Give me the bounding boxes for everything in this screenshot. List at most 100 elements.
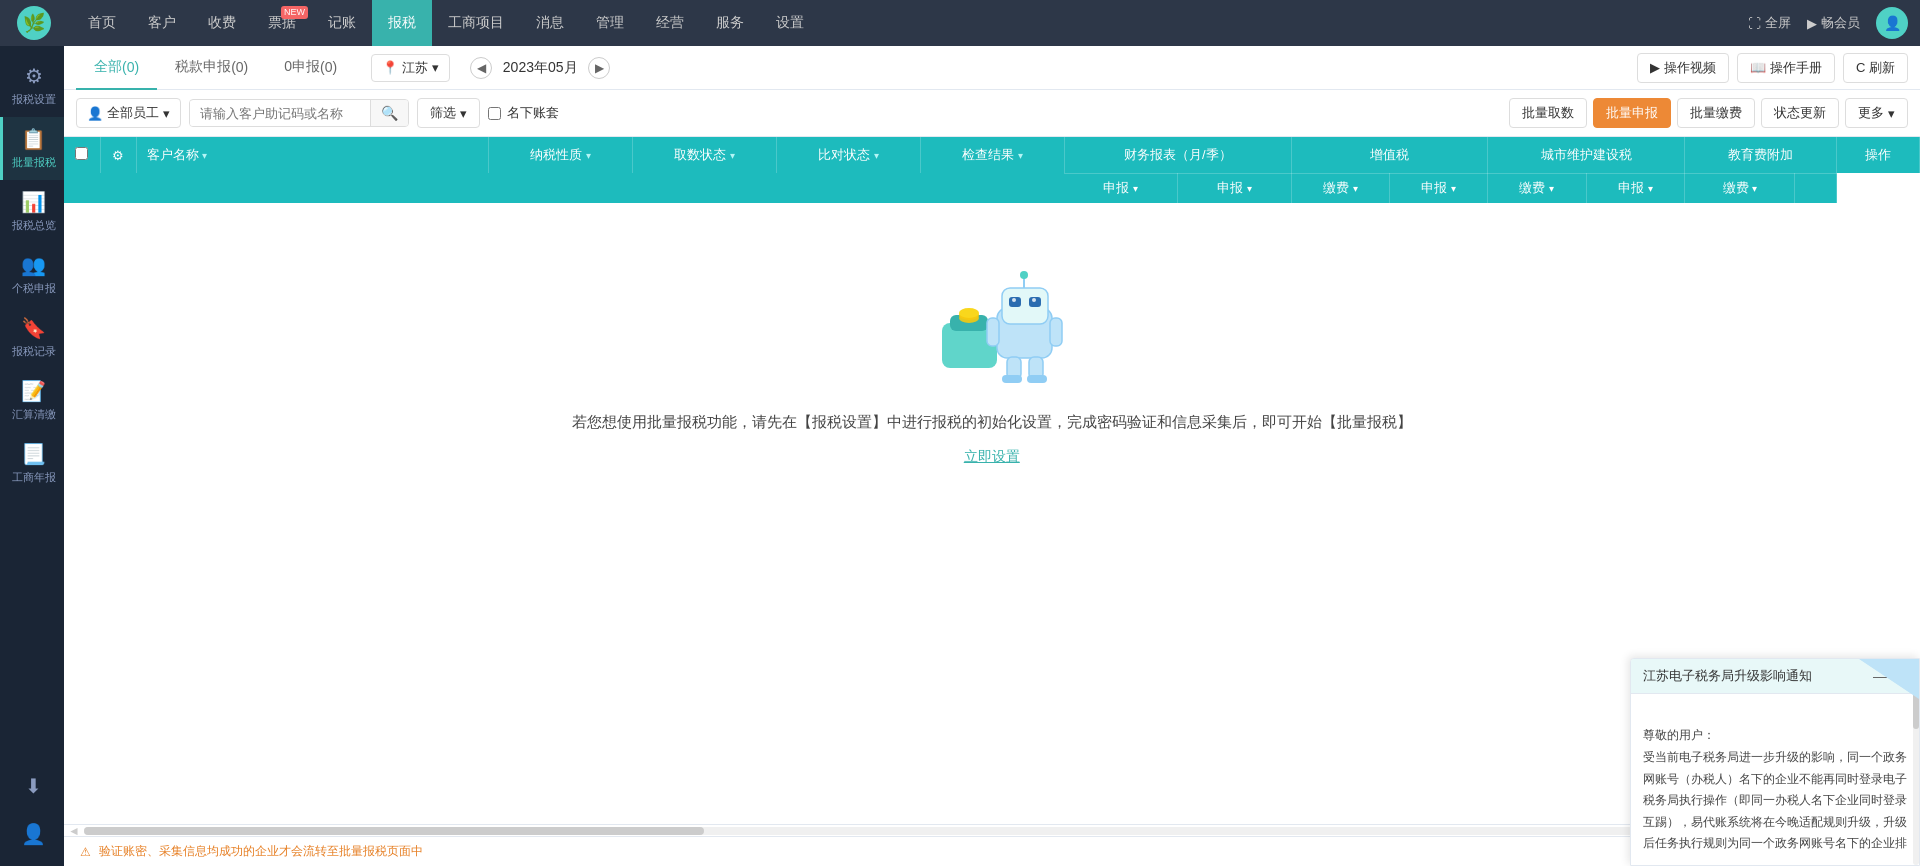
filter-icon-customer[interactable]: ▾ — [202, 150, 207, 161]
region-selector[interactable]: 📍 江苏 ▾ — [371, 54, 450, 82]
th-compare-status: 比对状态 ▾ — [777, 137, 921, 173]
batch-pay-btn[interactable]: 批量缴费 — [1677, 98, 1755, 128]
filter-btn[interactable]: 筛选 ▾ — [417, 98, 480, 128]
nav-menu: 首页 客户 收费 票据 NEW 记账 报税 工商项目 消息 管理 经营 — [72, 0, 1748, 46]
sidebar-item-tax-settings[interactable]: ⚙ 报税设置 — [0, 54, 64, 117]
sidebar-item-settings[interactable]: 👤 — [0, 812, 64, 856]
filter-icon-compare[interactable]: ▾ — [874, 150, 879, 161]
nav-management[interactable]: 管理 — [580, 0, 640, 46]
member-icon: ▶ — [1807, 16, 1817, 31]
sidebar-item-download[interactable]: ⬇ — [0, 764, 64, 808]
table-header-row-1: ⚙ 客户名称 ▾ 纳税性质 ▾ 取数状态 — [64, 137, 1920, 173]
th-fin-declare2: 申报 ▾ — [1177, 173, 1291, 203]
sidebar-item-tax-records[interactable]: 🔖 报税记录 — [0, 306, 64, 369]
svg-rect-14 — [1050, 318, 1062, 346]
th-vat-pay: 缴费 ▾ — [1291, 173, 1389, 203]
sidebar-item-settlement[interactable]: 📝 汇算清缴 — [0, 369, 64, 432]
filter-icon-vat-pay[interactable]: ▾ — [1353, 183, 1358, 194]
empty-state-row: 若您想使用批量报税功能，请先在【报税设置】中进行报税的初始化设置，完成密码验证和… — [64, 203, 1920, 526]
th-edu-declare: 申报 ▾ — [1586, 173, 1685, 203]
sidebar-item-annual-report[interactable]: 📃 工商年报 — [0, 432, 64, 495]
column-settings-icon[interactable]: ⚙ — [112, 148, 124, 163]
nav-tickets[interactable]: 票据 NEW — [252, 0, 312, 46]
search-button[interactable]: 🔍 — [370, 100, 408, 126]
th-urban-tax: 城市维护建设税 — [1487, 137, 1685, 173]
fullscreen-btn[interactable]: ⛶ 全屏 — [1748, 14, 1791, 32]
search-input[interactable] — [190, 101, 370, 126]
staff-filter[interactable]: 👤 全部员工 ▾ — [76, 98, 181, 128]
th-fetch-status: 取数状态 ▾ — [633, 137, 777, 173]
nav-commerce[interactable]: 工商项目 — [432, 0, 520, 46]
tabs-right-actions: ▶ 操作视频 📖 操作手册 C 刷新 — [1637, 53, 1908, 83]
select-all-checkbox[interactable] — [75, 147, 88, 160]
warning-text: 验证账密、采集信息均成功的企业才会流转至批量报税页面中 — [99, 843, 423, 860]
prev-month-btn[interactable]: ◀ — [470, 57, 492, 79]
avatar[interactable]: 👤 — [1876, 7, 1908, 39]
data-table: ⚙ 客户名称 ▾ 纳税性质 ▾ 取数状态 — [64, 137, 1920, 526]
filter-icon-edu-declare[interactable]: ▾ — [1648, 183, 1653, 194]
filter-icon-urban-declare[interactable]: ▾ — [1451, 183, 1456, 194]
nav-service[interactable]: 服务 — [700, 0, 760, 46]
th-operation: 操作 — [1837, 137, 1920, 173]
nav-operations[interactable]: 经营 — [640, 0, 700, 46]
svg-rect-17 — [1002, 375, 1022, 383]
filter-icon-fin-declare[interactable]: ▾ — [1133, 183, 1138, 194]
batch-fetch-btn[interactable]: 批量取数 — [1509, 98, 1587, 128]
setup-link[interactable]: 立即设置 — [964, 448, 1020, 466]
table-header-row-2: 申报 ▾ 申报 ▾ 缴费 ▾ — [64, 173, 1920, 203]
video-btn[interactable]: ▶ 操作视频 — [1637, 53, 1729, 83]
top-right-actions: ⛶ 全屏 ▶ 畅会员 👤 — [1748, 7, 1908, 39]
tax-records-icon: 🔖 — [21, 316, 46, 340]
sidebar-item-tax-overview[interactable]: 📊 报税总览 — [0, 180, 64, 243]
nav-bookkeeping[interactable]: 记账 — [312, 0, 372, 46]
tab-tax-declare[interactable]: 税款申报(0) — [157, 46, 266, 90]
svg-point-12 — [1020, 271, 1028, 279]
th-education-surcharge: 教育费附加 — [1685, 137, 1837, 173]
nav-customer[interactable]: 客户 — [132, 0, 192, 46]
checkbox-label[interactable]: 名下账套 — [488, 104, 559, 122]
filter-icon-tax-type[interactable]: ▾ — [586, 150, 591, 161]
nav-settings[interactable]: 设置 — [760, 0, 820, 46]
th-edu-pay: 缴费 ▾ — [1685, 173, 1795, 203]
table-body: 若您想使用批量报税功能，请先在【报税设置】中进行报税的初始化设置，完成密码验证和… — [64, 203, 1920, 526]
member-btn[interactable]: ▶ 畅会员 — [1807, 14, 1860, 32]
filter-icon-vat-declare[interactable]: ▾ — [1247, 183, 1252, 194]
status-update-btn[interactable]: 状态更新 — [1761, 98, 1839, 128]
nav-messages[interactable]: 消息 — [520, 0, 580, 46]
logo[interactable]: 🌿 — [12, 1, 56, 45]
region-icon: 📍 — [382, 60, 398, 75]
notification-popup: 江苏电子税务局升级影响通知 — ✕ 尊敬的用户：受当前电子税务局进一步升级的影响… — [1630, 658, 1920, 866]
svg-rect-13 — [987, 318, 999, 346]
nav-tax[interactable]: 报税 — [372, 0, 432, 46]
th-fin-declare: 申报 ▾ — [1064, 173, 1177, 203]
th-customer-name: 客户名称 ▾ — [136, 137, 489, 173]
filter-icon-fetch[interactable]: ▾ — [730, 150, 735, 161]
sub-account-checkbox[interactable] — [488, 107, 501, 120]
settlement-icon: 📝 — [21, 379, 46, 403]
sidebar-bottom: ⬇ 👤 — [0, 764, 64, 866]
th-tax-type: 纳税性质 ▾ — [489, 137, 633, 173]
next-month-btn[interactable]: ▶ — [588, 57, 610, 79]
filter-icon-urban-pay[interactable]: ▾ — [1549, 183, 1554, 194]
nav-home[interactable]: 首页 — [72, 0, 132, 46]
nav-fees[interactable]: 收费 — [192, 0, 252, 46]
scrollbar-thumb[interactable] — [84, 827, 704, 835]
svg-point-4 — [959, 308, 979, 318]
sidebar-item-batch-tax[interactable]: 📋 批量报税 — [0, 117, 64, 180]
tab-zero-declare[interactable]: 0申报(0) — [266, 46, 355, 90]
new-badge: NEW — [281, 6, 308, 19]
sidebar: ⚙ 报税设置 📋 批量报税 📊 报税总览 👥 个税申报 🔖 报税记录 📝 汇算清… — [0, 46, 64, 866]
refresh-btn[interactable]: C 刷新 — [1843, 53, 1908, 83]
filter-icon-check[interactable]: ▾ — [1018, 150, 1023, 161]
video-icon: ▶ — [1650, 60, 1660, 75]
chevron-down-icon: ▾ — [432, 60, 439, 75]
filter-icon-edu-pay[interactable]: ▾ — [1752, 183, 1757, 194]
more-btn[interactable]: 更多 ▾ — [1845, 98, 1908, 128]
download-icon: ⬇ — [25, 774, 42, 798]
batch-declare-btn[interactable]: 批量申报 — [1593, 98, 1671, 128]
manual-btn[interactable]: 📖 操作手册 — [1737, 53, 1835, 83]
notification-title: 江苏电子税务局升级影响通知 — [1643, 667, 1812, 685]
tab-all[interactable]: 全部(0) — [76, 46, 157, 90]
sidebar-item-personal-tax[interactable]: 👥 个税申报 — [0, 243, 64, 306]
th-settings: ⚙ — [100, 137, 136, 173]
